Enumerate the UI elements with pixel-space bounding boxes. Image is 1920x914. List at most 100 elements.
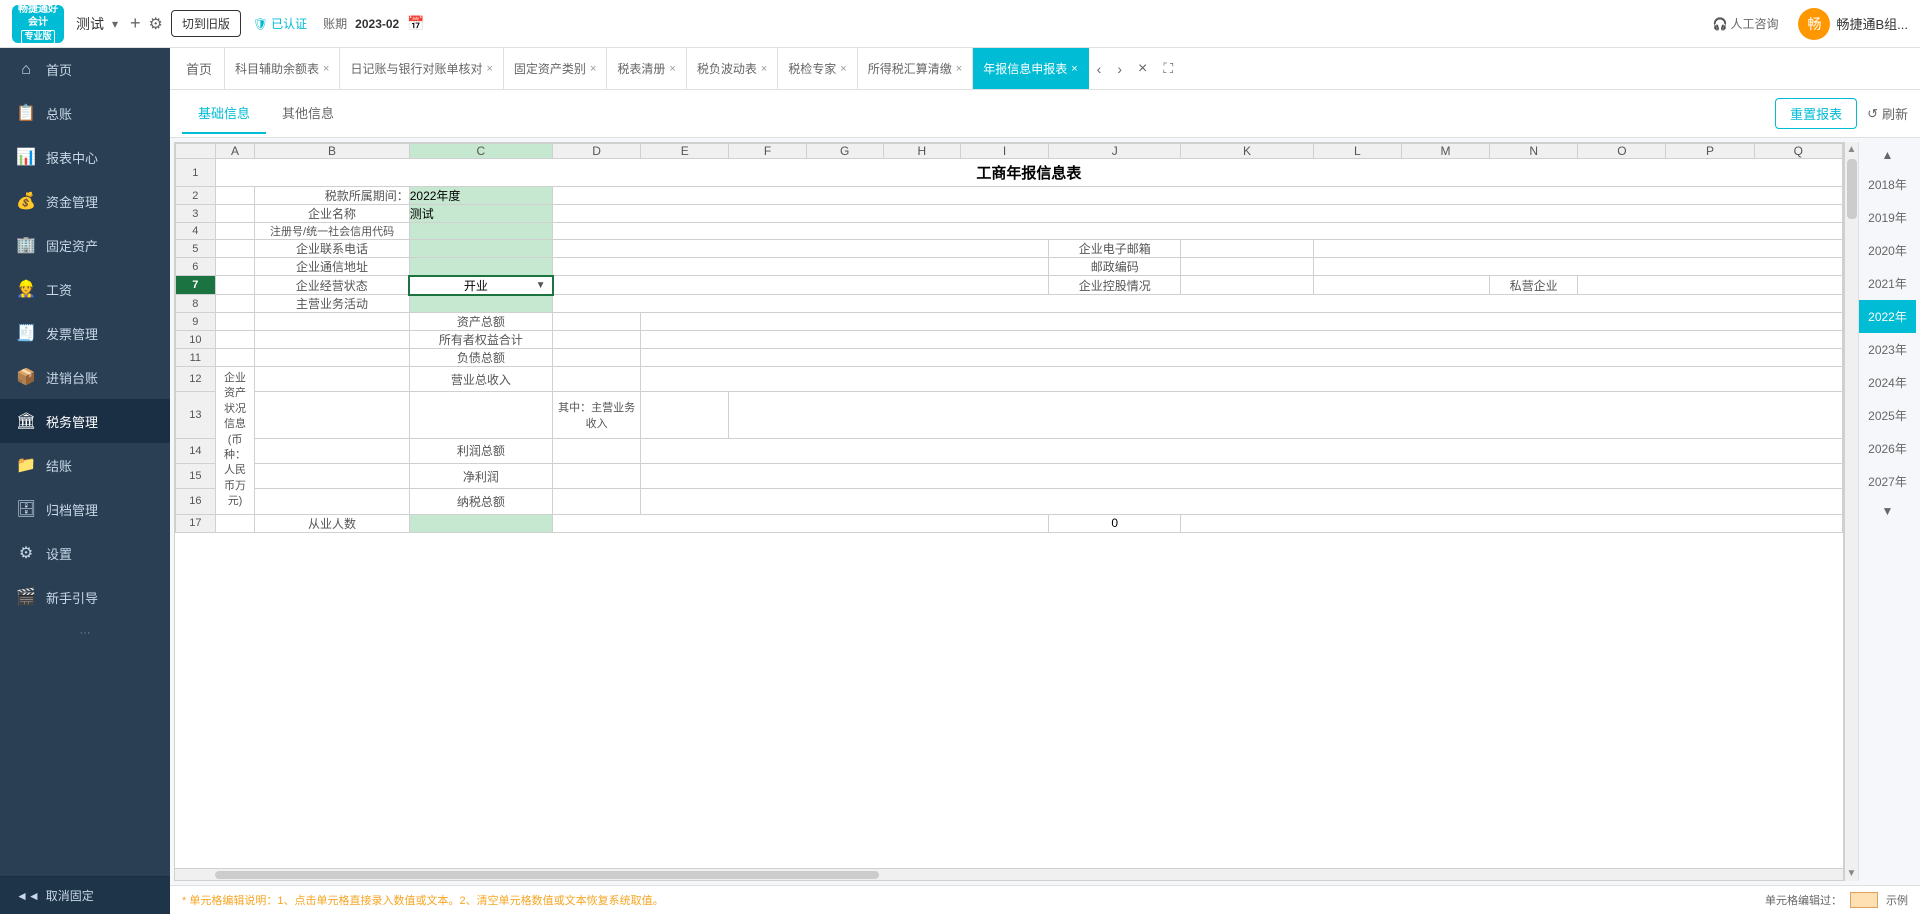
sidebar-item-settings[interactable]: ⚙ 设置 [0,531,170,575]
home-icon: ⌂ [16,61,36,79]
cell-6c[interactable] [409,258,552,276]
add-icon[interactable]: + [130,13,141,34]
cell-6k[interactable] [1181,258,1313,276]
tab-tax-check[interactable]: 税检专家 × [778,48,857,89]
tab-close-all[interactable]: × [1130,48,1155,89]
year-item-2023[interactable]: 2023年 [1859,333,1916,366]
year-item-2018[interactable]: 2018年 [1859,168,1916,201]
reset-report-button[interactable]: 重置报表 [1775,98,1857,129]
subtab-basic[interactable]: 基础信息 [182,93,266,134]
cell-11d[interactable] [553,349,641,367]
tab-subject-balance[interactable]: 科目辅助余额表 × [225,48,340,89]
tab-subject-balance-close[interactable]: × [323,63,329,75]
sidebar-item-purchase[interactable]: 📦 进销台账 [0,355,170,399]
tab-income-tax[interactable]: 所得税汇算清缴 × [858,48,973,89]
subtab-other-label: 其他信息 [282,106,334,121]
sidebar-item-closing[interactable]: 📁 结账 [0,443,170,487]
tab-tax-form[interactable]: 税表清册 × [607,48,686,89]
cell-6rest2 [1313,258,1842,276]
tab-tax-form-close[interactable]: × [669,63,675,75]
cancel-fixed-button[interactable]: ◄◄ 取消固定 [0,876,170,914]
subtab-other[interactable]: 其他信息 [266,93,350,134]
tab-annual-report[interactable]: 年报信息申报表 × [973,48,1088,89]
tab-nav-next[interactable]: › [1109,48,1130,89]
year-panel-down[interactable]: ▼ [1859,498,1916,524]
sidebar-item-assets[interactable]: 🏢 固定资产 [0,223,170,267]
cell-14d[interactable] [553,438,641,463]
col-header-c[interactable]: C [409,144,552,159]
refresh-button[interactable]: ↺ 刷新 [1867,104,1908,123]
year-item-2027[interactable]: 2027年 [1859,465,1916,498]
cell-7a [215,276,255,295]
tab-journal-close[interactable]: × [486,63,492,75]
tab-tax-burden-close[interactable]: × [761,63,767,75]
sidebar-item-home[interactable]: ⌂ 首页 [0,48,170,91]
tab-expand[interactable]: ⛶ [1155,48,1181,89]
grid-vscroll[interactable]: ▲ ▼ [1844,142,1858,881]
year-item-2021[interactable]: 2021年 [1859,267,1916,300]
old-version-button[interactable]: 切到旧版 [171,10,241,37]
sidebar-item-reports[interactable]: 📊 报表中心 [0,135,170,179]
cell-7k[interactable] [1181,276,1313,295]
tab-journal[interactable]: 日记账与银行对账单核对 × [340,48,503,89]
calendar-icon[interactable]: 📅 [407,15,424,32]
year-item-2025[interactable]: 2025年 [1859,399,1916,432]
sidebar-label-purchase: 进销台账 [46,368,98,387]
cell-5c[interactable] [409,240,552,258]
grid-scroll[interactable]: A B C D E F G H I J [175,143,1843,868]
tab-home[interactable]: 首页 [174,48,225,89]
sidebar-item-tax[interactable]: 🏛 税务管理 [0,399,170,443]
company-dropdown-icon[interactable]: ▾ [112,17,118,31]
cell-7c-dropdown[interactable]: 开业 ▼ [409,276,552,295]
year-item-2024[interactable]: 2024年 [1859,366,1916,399]
cell-16d[interactable] [553,489,641,514]
assets-icon: 🏢 [16,235,36,255]
row-num-16: 16 [176,489,216,514]
cell-3c[interactable]: 测试 [409,205,552,223]
sidebar-item-payroll[interactable]: 👷 工资 [0,267,170,311]
sidebar-item-archive[interactable]: 🗄 归档管理 [0,487,170,531]
service-button[interactable]: 🎧 人工咨询 [1713,15,1779,32]
sidebar-label-reports: 报表中心 [46,148,98,167]
vscroll-up[interactable]: ▲ [1845,142,1859,157]
tab-fixed-asset-type[interactable]: 固定资产类别 × [504,48,607,89]
year-item-2022[interactable]: 2022年 [1859,300,1916,333]
sidebar-item-guide[interactable]: 🎬 新手引导 [0,575,170,619]
sidebar-item-ledger[interactable]: 📋 总账 [0,91,170,135]
user-area[interactable]: 畅 畅捷通B组... [1798,8,1908,40]
cell-15c: 净利润 [409,463,552,488]
cell-12d[interactable] [553,367,641,392]
year-panel-up[interactable]: ▲ [1859,142,1916,168]
year-item-2020[interactable]: 2020年 [1859,234,1916,267]
settings-icon[interactable]: ⚙ [149,14,163,34]
cell-14b [255,438,409,463]
cell-4c[interactable] [409,223,552,240]
cell-17c[interactable] [409,514,552,532]
tab-income-tax-close[interactable]: × [956,63,962,75]
table-row: 5 企业联系电话 企业电子邮箱 [176,240,1843,258]
tab-annual-report-close[interactable]: × [1071,63,1077,75]
tab-fixed-asset-type-close[interactable]: × [590,63,596,75]
year-item-2026[interactable]: 2026年 [1859,432,1916,465]
dropdown-arrow[interactable]: ▼ [536,280,546,291]
main-layout: ⌂ 首页 📋 总账 📊 报表中心 💰 资金管理 🏢 固定资产 👷 工资 🧾 发票… [0,48,1920,914]
tab-tax-burden[interactable]: 税负波动表 × [687,48,778,89]
year-item-2019[interactable]: 2019年 [1859,201,1916,234]
cell-8c[interactable] [409,295,552,313]
tab-tax-burden-label: 税负波动表 [697,60,757,77]
cell-13e[interactable] [641,392,729,438]
sidebar-item-invoice[interactable]: 🧾 发票管理 [0,311,170,355]
cell-title[interactable]: 工商年报信息表 [215,159,1842,187]
cell-9d[interactable] [553,313,641,331]
cell-17j: 0 [1049,514,1181,532]
sidebar-item-funds[interactable]: 💰 资金管理 [0,179,170,223]
tab-tax-check-close[interactable]: × [840,63,846,75]
cell-2c[interactable]: 2022年度 [409,187,552,205]
vscroll-down[interactable]: ▼ [1845,866,1859,881]
cell-15d[interactable] [553,463,641,488]
cell-5k[interactable] [1181,240,1313,258]
hscroll-bar[interactable] [175,868,1843,880]
cell-9a [215,313,255,331]
tab-nav-prev[interactable]: ‹ [1089,48,1110,89]
cell-10d[interactable] [553,331,641,349]
